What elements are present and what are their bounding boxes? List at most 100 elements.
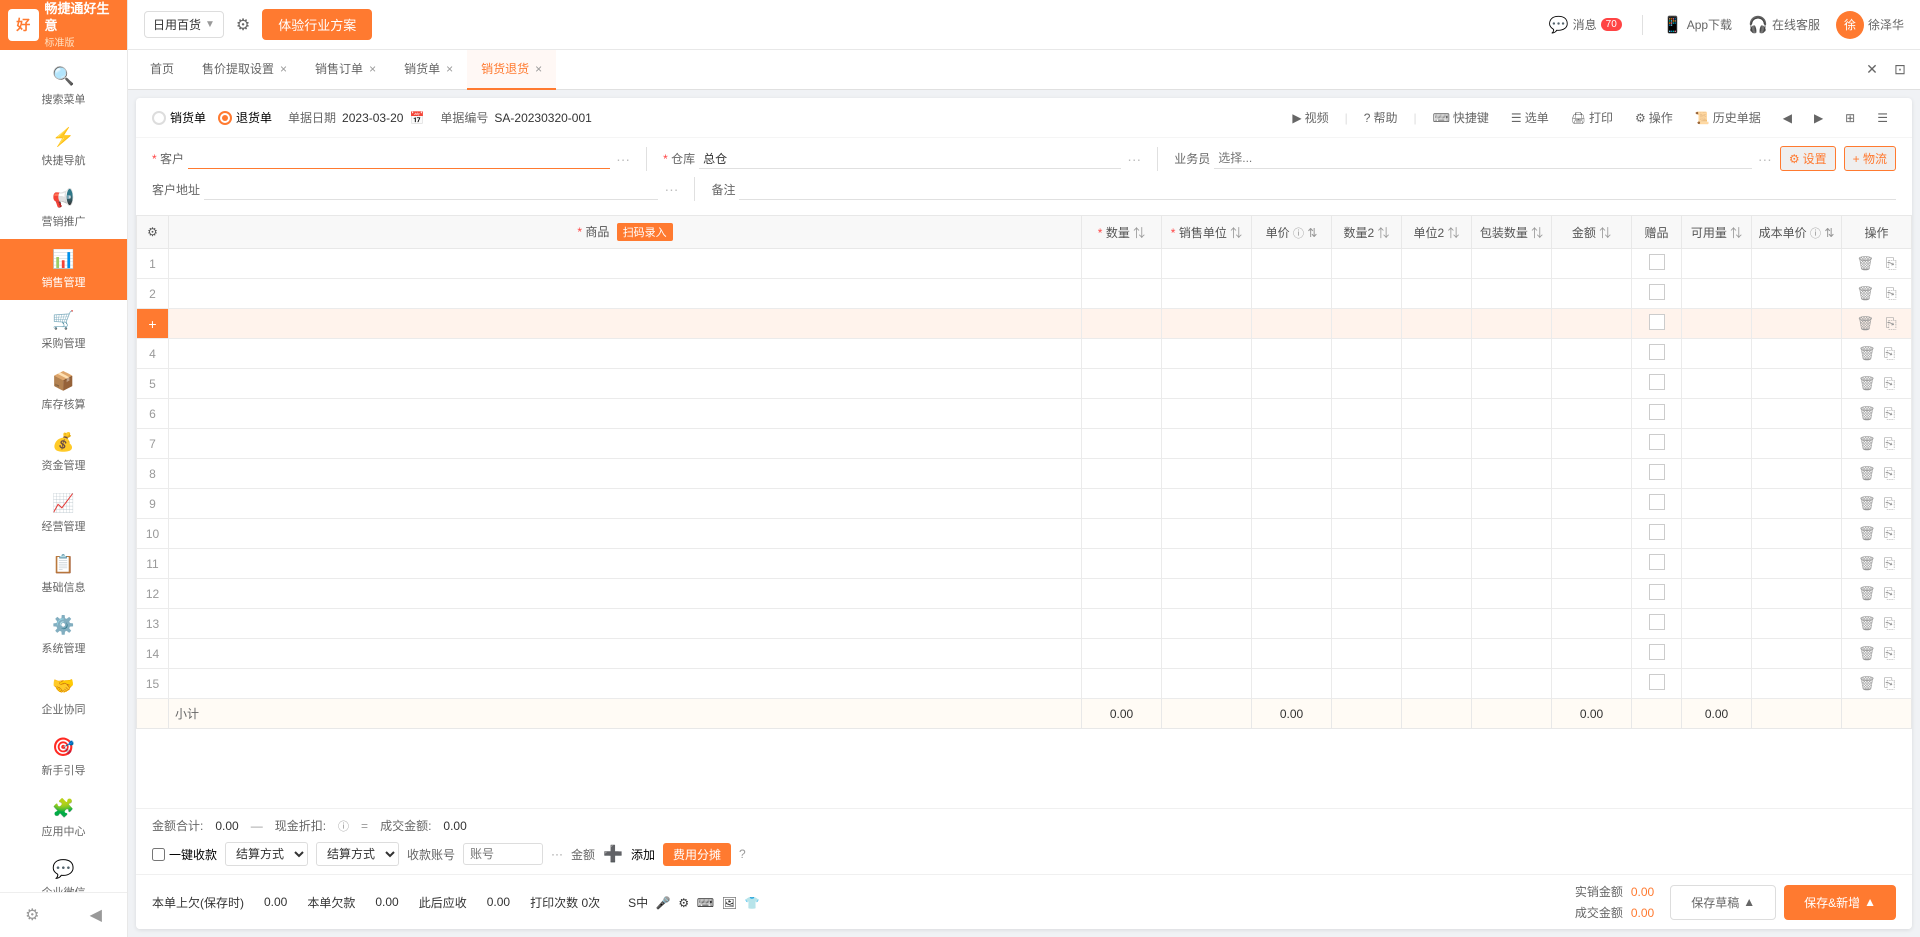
- unit2-cell[interactable]: [1402, 309, 1472, 339]
- sort-available-icon[interactable]: ⇅: [1730, 226, 1742, 240]
- delete-row-btn[interactable]: 🗑: [1852, 253, 1878, 274]
- unit-cell[interactable]: [1162, 309, 1252, 339]
- sort-unit2-icon[interactable]: ⇅: [1448, 226, 1460, 240]
- calendar-icon[interactable]: 📅: [409, 111, 424, 125]
- delete-row-btn[interactable]: 🗑: [1852, 283, 1878, 304]
- radio-sale[interactable]: 销货单: [152, 109, 206, 126]
- delete-row-btn[interactable]: 🗑: [1854, 403, 1880, 424]
- scan-button[interactable]: 扫码录入: [617, 223, 673, 241]
- save-draft-btn[interactable]: 保存草稿 ▲: [1670, 885, 1776, 920]
- setting-btn[interactable]: ⚙ 设置: [1780, 146, 1836, 171]
- cost-price-cell[interactable]: [1752, 309, 1842, 339]
- radio-return[interactable]: 退货单: [218, 109, 272, 126]
- tab-sale-order[interactable]: 销售订单 ×: [301, 50, 390, 90]
- qty-cell[interactable]: [1082, 279, 1162, 309]
- settings2-icon[interactable]: ⚙: [678, 896, 689, 910]
- sidebar-item-quick[interactable]: ⚡ 快捷导航: [0, 117, 127, 178]
- pack-qty-cell[interactable]: [1472, 279, 1552, 309]
- sort-unit-icon[interactable]: ⇅: [1230, 226, 1242, 240]
- price-cell[interactable]: [1252, 279, 1332, 309]
- print-btn[interactable]: 🖨 打印: [1563, 106, 1621, 129]
- delete-row-btn[interactable]: 🗑: [1854, 613, 1880, 634]
- gift-checkbox[interactable]: [1649, 434, 1665, 450]
- sort-cost-icon[interactable]: ⇅: [1824, 226, 1834, 240]
- sidebar-settings-btn[interactable]: ⚙: [21, 901, 43, 929]
- sidebar-item-marketing[interactable]: 📢 营销推广: [0, 178, 127, 239]
- unit-cell[interactable]: [1162, 279, 1252, 309]
- customer-dots[interactable]: ···: [616, 151, 630, 167]
- history-btn[interactable]: 📜 历史单据: [1687, 106, 1769, 129]
- delete-row-btn[interactable]: 🗑: [1854, 493, 1880, 514]
- price-cell[interactable]: [1252, 249, 1332, 279]
- gift-cell[interactable]: [1632, 309, 1682, 339]
- qty2-cell[interactable]: [1332, 309, 1402, 339]
- sort-price-icon[interactable]: ⇅: [1307, 226, 1317, 240]
- copy-row-btn[interactable]: ⎘: [1880, 583, 1899, 604]
- pack-qty-cell[interactable]: [1472, 309, 1552, 339]
- copy-row-btn[interactable]: ⎘: [1881, 313, 1900, 334]
- delete-row-btn[interactable]: 🗑: [1854, 343, 1880, 364]
- copy-row-btn[interactable]: ⎘: [1881, 253, 1900, 274]
- th-settings[interactable]: ⚙: [137, 216, 169, 249]
- fee-info-icon[interactable]: ?: [739, 847, 746, 861]
- payment-checkbox-input[interactable]: [152, 848, 165, 861]
- delete-row-btn[interactable]: 🗑: [1854, 643, 1880, 664]
- address-input[interactable]: [204, 179, 658, 200]
- select-btn[interactable]: ☰ 选单: [1503, 106, 1557, 129]
- qty-cell[interactable]: [1082, 249, 1162, 279]
- sort-amount-icon[interactable]: ⇅: [1599, 226, 1611, 240]
- gift-checkbox[interactable]: [1649, 554, 1665, 570]
- table-settings-icon[interactable]: ⚙: [147, 225, 158, 239]
- operate-btn[interactable]: ⚙ 操作: [1627, 106, 1681, 129]
- qty2-cell[interactable]: [1332, 279, 1402, 309]
- sort-qty2-icon[interactable]: ⇅: [1378, 226, 1390, 240]
- product-input-active[interactable]: [175, 317, 1075, 331]
- user-menu[interactable]: 徐 徐泽华: [1836, 11, 1904, 39]
- sidebar-item-apps[interactable]: 🧩 应用中心: [0, 788, 127, 849]
- sidebar-item-system[interactable]: ⚙️ 系统管理: [0, 605, 127, 666]
- prev-record-btn[interactable]: ◀: [1775, 108, 1800, 128]
- gift-cell[interactable]: [1632, 249, 1682, 279]
- remark-input[interactable]: [739, 179, 1896, 200]
- sidebar-item-sales[interactable]: 📊 销售管理: [0, 239, 127, 300]
- account-dots[interactable]: ···: [551, 847, 563, 861]
- qty2-cell[interactable]: [1332, 249, 1402, 279]
- address-dots[interactable]: ···: [664, 181, 678, 197]
- price-info-icon[interactable]: ⓘ: [1293, 228, 1304, 240]
- copy-row-btn[interactable]: ⎘: [1880, 493, 1899, 514]
- price-cell[interactable]: [1252, 309, 1332, 339]
- unit-cell[interactable]: [1162, 249, 1252, 279]
- keyboard-icon2[interactable]: ⌨: [697, 896, 714, 910]
- mic-icon[interactable]: 🎤: [656, 896, 671, 910]
- one-click-payment-checkbox[interactable]: 一键收款: [152, 846, 217, 863]
- fee-split-btn[interactable]: 费用分摊: [663, 843, 731, 866]
- delete-row-btn[interactable]: 🗑: [1852, 313, 1878, 334]
- gift-checkbox[interactable]: [1649, 614, 1665, 630]
- account-method-select[interactable]: 结算方式: [316, 842, 399, 866]
- gift-checkbox[interactable]: [1649, 524, 1665, 540]
- sidebar-item-guide[interactable]: 🎯 新手引导: [0, 727, 127, 788]
- available-cell[interactable]: [1682, 279, 1752, 309]
- gift-cell[interactable]: [1632, 279, 1682, 309]
- delete-row-btn[interactable]: 🗑: [1854, 583, 1880, 604]
- gift-checkbox[interactable]: [1649, 284, 1665, 300]
- available-cell[interactable]: [1682, 249, 1752, 279]
- product-cell-active[interactable]: [169, 309, 1082, 339]
- tab-sale-order-close[interactable]: ×: [369, 62, 376, 76]
- ime-icon[interactable]: S中: [628, 896, 648, 910]
- tab-restore-btn[interactable]: ⊡: [1888, 58, 1912, 82]
- sidebar-item-search[interactable]: 🔍 搜索菜单: [0, 56, 127, 117]
- gift-checkbox[interactable]: [1649, 404, 1665, 420]
- experience-btn[interactable]: 体验行业方案: [262, 9, 372, 40]
- copy-row-btn[interactable]: ⎘: [1880, 673, 1899, 694]
- delete-row-btn[interactable]: 🗑: [1854, 463, 1880, 484]
- sidebar-item-collab[interactable]: 🤝 企业协同: [0, 666, 127, 727]
- sort-quantity-icon[interactable]: ⇅: [1133, 226, 1145, 240]
- amount-cell[interactable]: [1552, 309, 1632, 339]
- delete-row-btn[interactable]: 🗑: [1854, 523, 1880, 544]
- sidebar-item-finance[interactable]: 💰 资金管理: [0, 422, 127, 483]
- tab-home[interactable]: 首页: [136, 50, 188, 90]
- pack-qty-cell[interactable]: [1472, 249, 1552, 279]
- sidebar-collapse-btn[interactable]: ◀: [86, 901, 106, 929]
- gift-checkbox[interactable]: [1649, 374, 1665, 390]
